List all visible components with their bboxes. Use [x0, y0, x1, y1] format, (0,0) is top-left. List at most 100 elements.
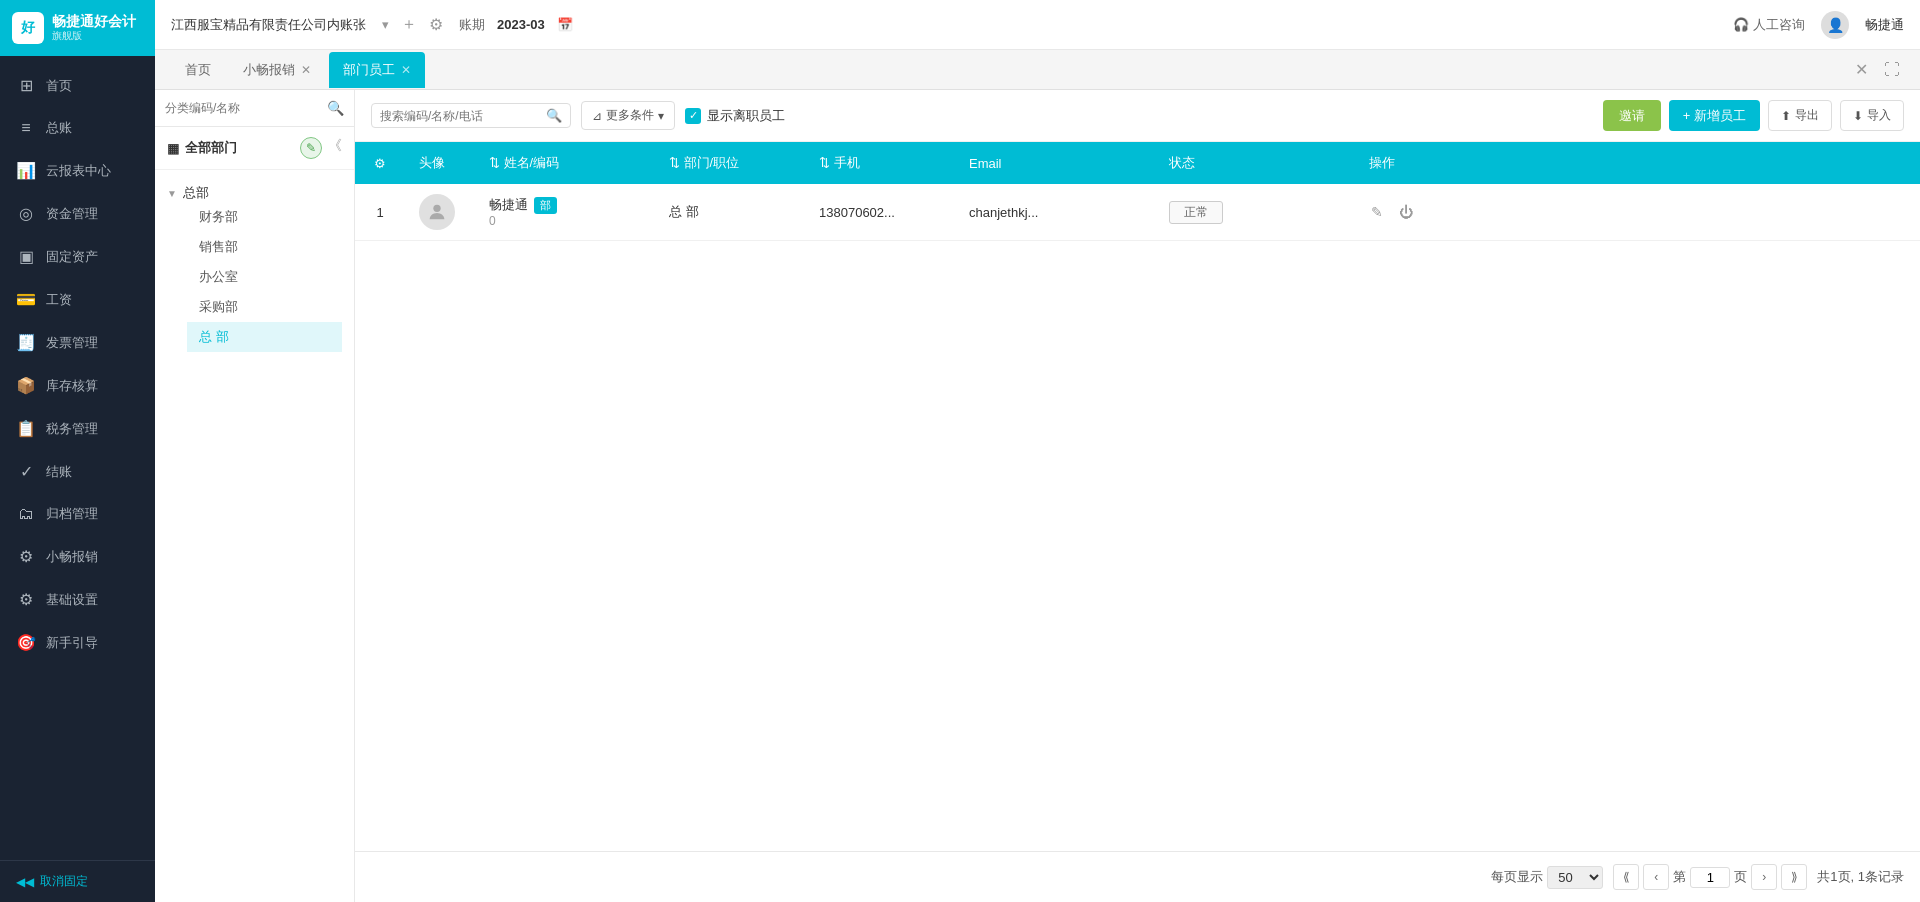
- add-employee-button[interactable]: + 新增员工: [1669, 100, 1760, 131]
- account-period-value: 2023-03: [497, 17, 545, 32]
- row-index: 1: [355, 184, 405, 241]
- row-name-code: 畅捷通 部 0: [475, 184, 655, 241]
- show-resigned-checkbox[interactable]: ✓: [685, 108, 701, 124]
- col-email: Email: [955, 142, 1155, 184]
- col-dept-position[interactable]: ⇅ 部门/职位: [655, 142, 805, 184]
- dept-search-input[interactable]: [165, 101, 321, 115]
- more-conditions-button[interactable]: ⊿ 更多条件 ▾: [581, 101, 675, 130]
- show-resigned-toggle[interactable]: ✓ 显示离职员工: [685, 107, 785, 125]
- sidebar-item-general-ledger[interactable]: ≡ 总账: [0, 107, 155, 149]
- sidebar-item-xiaochang[interactable]: ⚙ 小畅报销: [0, 535, 155, 578]
- tab-home[interactable]: 首页: [171, 52, 225, 88]
- sidebar-item-invoice[interactable]: 🧾 发票管理: [0, 321, 155, 364]
- sidebar-item-fund[interactable]: ◎ 资金管理: [0, 192, 155, 235]
- invoice-icon: 🧾: [16, 333, 36, 352]
- next-page-button[interactable]: ›: [1751, 864, 1777, 890]
- page-input[interactable]: [1690, 867, 1730, 888]
- dept-search-bar: 🔍: [155, 90, 354, 127]
- close-xiaochang-tab-icon[interactable]: ✕: [301, 63, 311, 77]
- dept-group-root: ▼ 总部 财务部 销售部 办公室 采购部 总 部: [155, 178, 354, 358]
- sidebar-item-inventory[interactable]: 📦 库存核算: [0, 364, 155, 407]
- sidebar-label-salary: 工资: [46, 291, 72, 309]
- settings-icon: ⚙: [16, 590, 36, 609]
- toolbar-right: 邀请 + 新增员工 ⬆ 导出 ⬇ 导入: [1603, 100, 1904, 131]
- tabbar: 首页 小畅报销 ✕ 部门员工 ✕ ✕ ⛶: [155, 50, 1920, 90]
- tab-dept-employee[interactable]: 部门员工 ✕: [329, 52, 425, 88]
- first-page-button[interactable]: ⟪: [1613, 864, 1639, 890]
- sidebar-item-fixed-assets[interactable]: ▣ 固定资产: [0, 235, 155, 278]
- employee-table-container: ⚙ 头像 ⇅ 姓名/编码 ⇅ 部门/职位 ⇅ 手机 Email: [355, 142, 1920, 851]
- topbar: 江西服宝精品有限责任公司内账张 ▾ ＋ ⚙ 账期 2023-03 📅 🎧 人工咨…: [155, 0, 1920, 50]
- close-tab-button[interactable]: ✕: [1851, 56, 1872, 83]
- sidebar-item-newbie[interactable]: 🎯 新手引导: [0, 621, 155, 664]
- sidebar-label-newbie: 新手引导: [46, 634, 98, 652]
- username: 畅捷通: [1865, 16, 1904, 34]
- fund-icon: ◎: [16, 204, 36, 223]
- cancel-pin-button[interactable]: ◀◀ 取消固定: [0, 860, 155, 902]
- sidebar-item-tax[interactable]: 📋 税务管理: [0, 407, 155, 450]
- row-avatar: [405, 184, 475, 241]
- sidebar-item-basic-settings[interactable]: ⚙ 基础设置: [0, 578, 155, 621]
- sidebar-label-fixed-assets: 固定资产: [46, 248, 98, 266]
- sidebar-item-home[interactable]: ⊞ 首页: [0, 64, 155, 107]
- col-name-code[interactable]: ⇅ 姓名/编码: [475, 142, 655, 184]
- per-page-select[interactable]: 10 20 50 100: [1547, 866, 1603, 889]
- sidebar-item-archive[interactable]: 🗂 归档管理: [0, 493, 155, 535]
- last-page-button[interactable]: ⟫: [1781, 864, 1807, 890]
- consult-button[interactable]: 🎧 人工咨询: [1733, 16, 1805, 34]
- add-tab-button[interactable]: ＋: [401, 14, 417, 35]
- col-phone[interactable]: ⇅ 手机: [805, 142, 955, 184]
- tab-xiaochang[interactable]: 小畅报销 ✕: [229, 52, 325, 88]
- delete-employee-button[interactable]: ⏻: [1397, 202, 1415, 222]
- dept-header: ▦ 全部部门 ✎ 《: [155, 127, 354, 170]
- import-icon: ⬇: [1853, 109, 1863, 123]
- page-prefix: 第: [1673, 868, 1686, 886]
- dept-search-icon[interactable]: 🔍: [327, 100, 344, 116]
- invite-button[interactable]: 邀请: [1603, 100, 1661, 131]
- sidebar-label-inventory: 库存核算: [46, 377, 98, 395]
- employee-code: 0: [489, 214, 641, 228]
- sidebar-label-archive: 归档管理: [46, 505, 98, 523]
- employee-search-wrap: 🔍: [371, 103, 571, 128]
- export-label: 导出: [1795, 107, 1819, 124]
- dept-child-purchasing[interactable]: 采购部: [187, 292, 342, 322]
- sidebar-label-basic-settings: 基础设置: [46, 591, 98, 609]
- main-area: 江西服宝精品有限责任公司内账张 ▾ ＋ ⚙ 账期 2023-03 📅 🎧 人工咨…: [155, 0, 1920, 902]
- archive-icon: 🗂: [16, 505, 36, 523]
- employee-search-input[interactable]: [380, 109, 540, 123]
- col-settings[interactable]: ⚙: [355, 142, 405, 184]
- close-dept-employee-tab-icon[interactable]: ✕: [401, 63, 411, 77]
- company-dropdown-arrow[interactable]: ▾: [382, 17, 389, 32]
- export-button[interactable]: ⬆ 导出: [1768, 100, 1832, 131]
- root-dept-label: 总部: [183, 184, 209, 202]
- add-dept-button[interactable]: ✎: [300, 137, 322, 159]
- row-status: 正常: [1155, 184, 1355, 241]
- newbie-icon: 🎯: [16, 633, 36, 652]
- maximize-tab-button[interactable]: ⛶: [1880, 56, 1904, 83]
- tax-icon: 📋: [16, 419, 36, 438]
- dept-child-finance[interactable]: 财务部: [187, 202, 342, 232]
- dept-child-office[interactable]: 办公室: [187, 262, 342, 292]
- employee-table: ⚙ 头像 ⇅ 姓名/编码 ⇅ 部门/职位 ⇅ 手机 Email: [355, 142, 1920, 241]
- calendar-icon[interactable]: 📅: [557, 17, 573, 32]
- employee-avatar: [419, 194, 455, 230]
- employee-search-icon[interactable]: 🔍: [546, 108, 562, 123]
- chart-icon: 📊: [16, 161, 36, 180]
- account-period-label: 账期: [459, 16, 485, 34]
- avatar-icon: 👤: [1827, 17, 1844, 33]
- cancel-pin-label: 取消固定: [40, 873, 88, 890]
- root-collapse-icon[interactable]: ▼: [167, 188, 177, 199]
- sidebar-item-settlement[interactable]: ✓ 结账: [0, 450, 155, 493]
- collapse-dept-button[interactable]: 《: [328, 137, 342, 159]
- dept-child-sales[interactable]: 销售部: [187, 232, 342, 262]
- edit-employee-button[interactable]: ✎: [1369, 202, 1385, 222]
- topbar-settings-icon[interactable]: ⚙: [429, 15, 443, 34]
- filter-icon: ⊿: [592, 109, 602, 123]
- per-page-select-wrap: 每页显示 10 20 50 100: [1491, 866, 1603, 889]
- sidebar-item-salary[interactable]: 💳 工资: [0, 278, 155, 321]
- dept-child-headquarters[interactable]: 总 部: [187, 322, 342, 352]
- row-actions: ✎ ⏻: [1355, 184, 1920, 241]
- sidebar-item-reports[interactable]: 📊 云报表中心: [0, 149, 155, 192]
- import-button[interactable]: ⬇ 导入: [1840, 100, 1904, 131]
- prev-page-button[interactable]: ‹: [1643, 864, 1669, 890]
